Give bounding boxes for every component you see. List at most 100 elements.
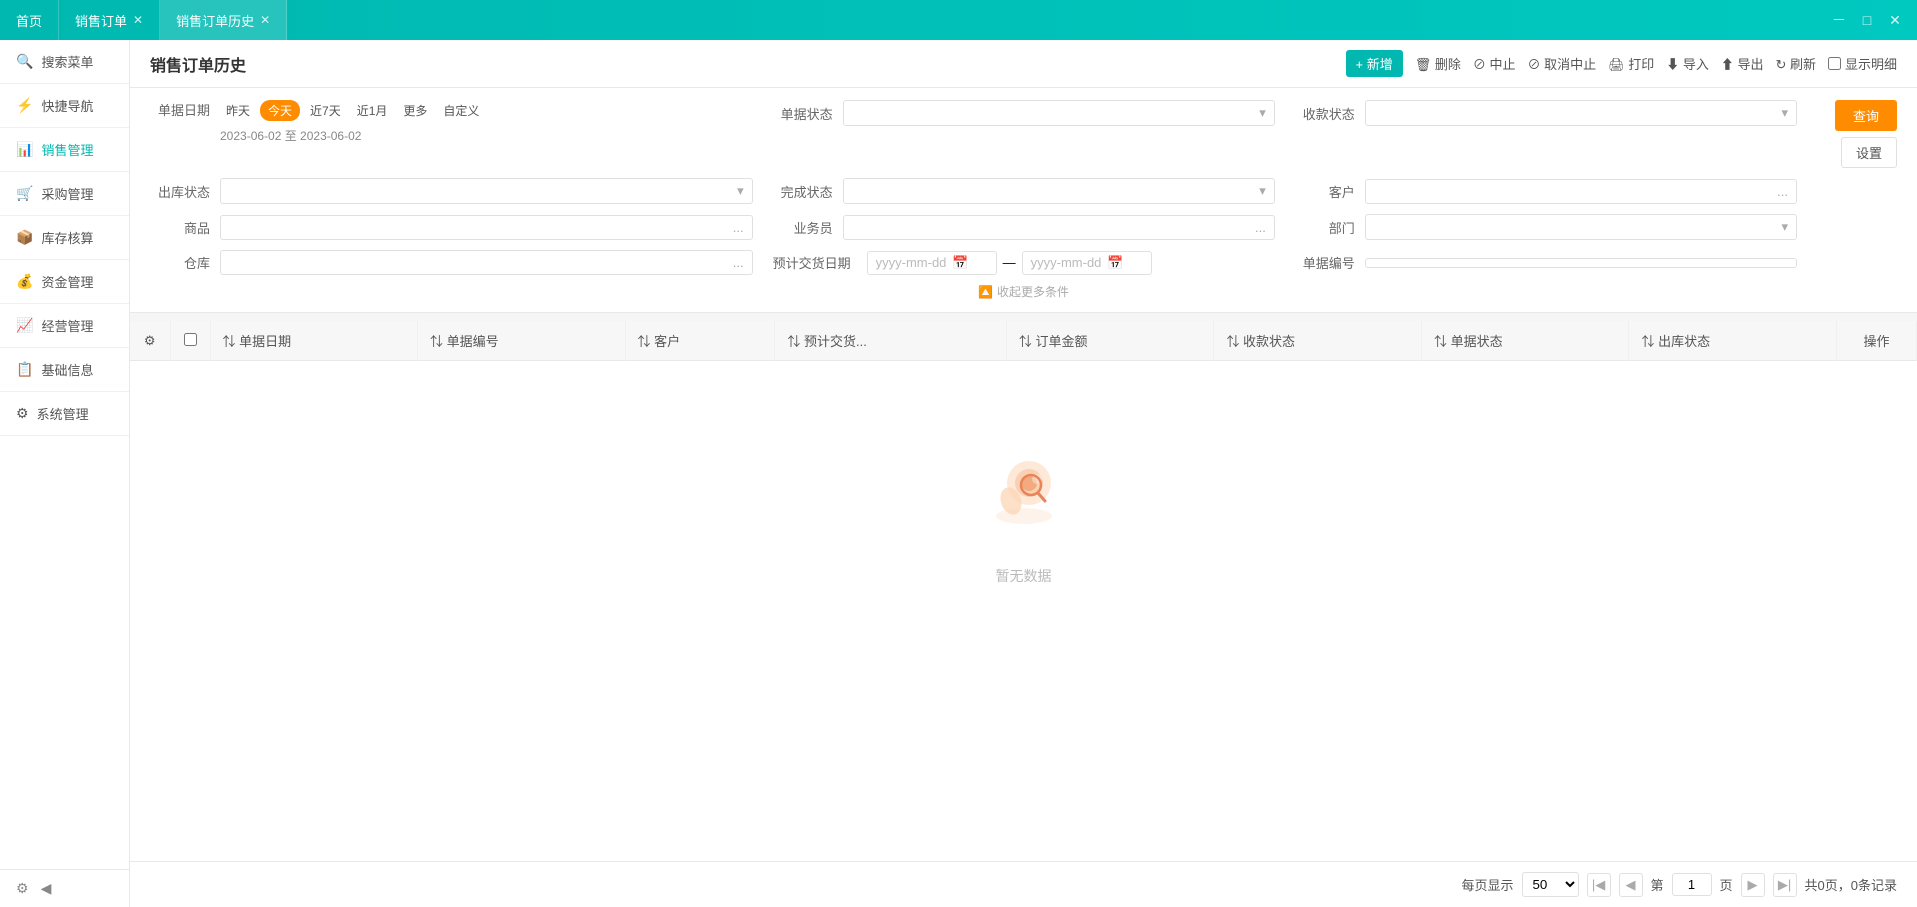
tab-sales-history[interactable]: 销售订单历史 ✕ <box>160 0 287 40</box>
delivery-date-start[interactable]: yyyy-mm-dd 📅 <box>867 251 997 275</box>
print-button[interactable]: 🖨 打印 <box>1608 54 1654 73</box>
dept-select[interactable]: ▾ <box>1365 214 1797 240</box>
customer-input[interactable]: ... <box>1365 179 1797 204</box>
outbound-label: 出库状态 <box>150 182 220 201</box>
warehouse-more[interactable]: ... <box>733 255 744 270</box>
tab-sales-order-close[interactable]: ✕ <box>133 13 143 27</box>
sidebar: 🔍 搜索菜单 ⚡ 快捷导航 📊 销售管理 🛒 采购管理 📦 库存核算 💰 资金管… <box>0 40 130 907</box>
date-btn-1month[interactable]: 近1月 <box>351 100 394 121</box>
page-input[interactable] <box>1672 873 1712 896</box>
th-check[interactable] <box>170 321 210 361</box>
th-status[interactable]: ⇅ 单据状态 <box>1421 321 1629 361</box>
status-select-arrow: ▾ <box>1259 105 1266 121</box>
tab-home-label: 首页 <box>16 11 42 30</box>
set-button[interactable]: 设置 <box>1841 137 1897 168</box>
export-button[interactable]: ⬆ 导出 <box>1721 54 1764 73</box>
sidebar-item-sales-label: 销售管理 <box>41 140 93 159</box>
status-select[interactable]: ▾ <box>843 100 1275 126</box>
date-btn-more[interactable]: 更多 <box>397 100 433 121</box>
th-receipt-label: ⇅ 收款状态 <box>1226 334 1295 349</box>
sidebar-item-system-label: 系统管理 <box>37 404 89 423</box>
customer-more[interactable]: ... <box>1777 184 1788 199</box>
stop-button[interactable]: ⊘ 中止 <box>1473 54 1516 73</box>
th-settings[interactable]: ⚙ <box>130 321 170 361</box>
collapse-bar[interactable]: 🔼 收起更多条件 <box>150 279 1897 300</box>
sidebar-item-inventory[interactable]: 📦 库存核算 <box>0 216 129 260</box>
complete-select[interactable]: ▾ <box>843 178 1275 204</box>
import-button[interactable]: ⬇ 导入 <box>1666 54 1709 73</box>
sidebar-item-basic[interactable]: 📋 基础信息 <box>0 348 129 392</box>
th-action: 操作 <box>1837 321 1917 361</box>
receipt-status-select[interactable]: ▾ <box>1365 100 1797 126</box>
order-no-input[interactable] <box>1365 258 1797 268</box>
th-amount[interactable]: ⇅ 订单金额 <box>1006 321 1214 361</box>
date-btn-today[interactable]: 今天 <box>260 100 300 121</box>
complete-select-arrow: ▾ <box>1259 183 1266 199</box>
outbound-select[interactable]: ▾ <box>220 178 753 204</box>
product-more[interactable]: ... <box>733 220 744 235</box>
sidebar-item-sales[interactable]: 📊 销售管理 <box>0 128 129 172</box>
sidebar-item-basic-label: 基础信息 <box>41 360 93 379</box>
sidebar-item-system[interactable]: ⚙ 系统管理 <box>0 392 129 436</box>
search-icon: 🔍 <box>16 53 33 70</box>
th-status-label: ⇅ 单据状态 <box>1434 334 1503 349</box>
th-outbound[interactable]: ⇅ 出库状态 <box>1629 321 1837 361</box>
sidebar-item-nav[interactable]: ⚡ 快捷导航 <box>0 84 129 128</box>
per-page-select[interactable]: 20 50 100 <box>1522 872 1579 897</box>
maximize-btn[interactable]: □ <box>1857 10 1877 30</box>
table-wrapper: ⚙ ⇅ 单据日期 ⇅ 单据编号 ⇅ 客户 <box>130 321 1917 861</box>
page-nav-first[interactable]: |◀ <box>1587 873 1611 897</box>
dept-select-arrow: ▾ <box>1781 219 1788 235</box>
salesperson-more[interactable]: ... <box>1255 220 1266 235</box>
tab-sales-history-close[interactable]: ✕ <box>260 13 270 27</box>
receipt-status-label: 收款状态 <box>1295 104 1365 123</box>
sidebar-collapse-btn[interactable]: ◀ <box>41 880 52 897</box>
th-date[interactable]: ⇅ 单据日期 <box>210 321 418 361</box>
cancel-stop-button[interactable]: ⊘ 取消中止 <box>1527 54 1596 73</box>
sidebar-settings-btn[interactable]: ⚙ <box>16 880 29 897</box>
th-no[interactable]: ⇅ 单据编号 <box>418 321 626 361</box>
new-button[interactable]: + 新增 <box>1346 50 1403 77</box>
sidebar-item-search[interactable]: 🔍 搜索菜单 <box>0 40 129 84</box>
sidebar-item-business[interactable]: 📈 经营管理 <box>0 304 129 348</box>
receipt-status-select-arrow: ▾ <box>1781 105 1788 121</box>
tab-home[interactable]: 首页 <box>0 0 59 40</box>
tab-sales-order-label: 销售订单 <box>75 11 127 30</box>
sidebar-item-finance[interactable]: 💰 资金管理 <box>0 260 129 304</box>
total-info: 共0页，0条记录 <box>1805 875 1897 894</box>
th-action-label: 操作 <box>1863 334 1889 349</box>
display-toggle: 显示明细 <box>1828 54 1897 73</box>
sidebar-item-inventory-label: 库存核算 <box>41 228 93 247</box>
display-toggle-checkbox[interactable] <box>1828 57 1841 70</box>
sidebar-item-finance-label: 资金管理 <box>41 272 93 291</box>
nav-icon: ⚡ <box>16 97 33 114</box>
date-btn-custom[interactable]: 自定义 <box>437 100 485 121</box>
complete-label: 完成状态 <box>773 182 843 201</box>
page-nav-last[interactable]: ▶| <box>1773 873 1797 897</box>
delivery-date-end[interactable]: yyyy-mm-dd 📅 <box>1022 251 1152 275</box>
warehouse-input[interactable]: ... <box>220 250 753 275</box>
sidebar-item-purchase[interactable]: 🛒 采购管理 <box>0 172 129 216</box>
th-receipt[interactable]: ⇅ 收款状态 <box>1214 321 1422 361</box>
tab-sales-order[interactable]: 销售订单 ✕ <box>59 0 160 40</box>
page-nav-prev[interactable]: ◀ <box>1619 873 1643 897</box>
date-btn-7days[interactable]: 近7天 <box>304 100 347 121</box>
cal-icon-end: 📅 <box>1107 255 1123 271</box>
date-btn-yesterday[interactable]: 昨天 <box>220 100 256 121</box>
salesperson-input[interactable]: ... <box>843 215 1275 240</box>
select-all-checkbox[interactable] <box>184 333 197 346</box>
date-range-dash: — <box>1003 255 1016 270</box>
delete-button[interactable]: 🗑 删除 <box>1415 54 1461 73</box>
minimize-btn[interactable]: － <box>1829 10 1849 30</box>
th-customer[interactable]: ⇅ 客户 <box>625 321 775 361</box>
th-delivery[interactable]: ⇅ 预计交货... <box>775 321 1007 361</box>
cal-icon-start: 📅 <box>952 255 968 271</box>
product-input[interactable]: ... <box>220 215 753 240</box>
th-customer-label: ⇅ 客户 <box>638 334 681 349</box>
order-no-label: 单据编号 <box>1295 253 1365 272</box>
page-nav-next[interactable]: ▶ <box>1741 873 1765 897</box>
refresh-button[interactable]: ↻ 刷新 <box>1775 54 1816 73</box>
query-button[interactable]: 查询 <box>1835 100 1897 131</box>
close-btn[interactable]: ✕ <box>1885 10 1905 30</box>
delivery-date-label: 预计交货日期 <box>773 253 861 272</box>
